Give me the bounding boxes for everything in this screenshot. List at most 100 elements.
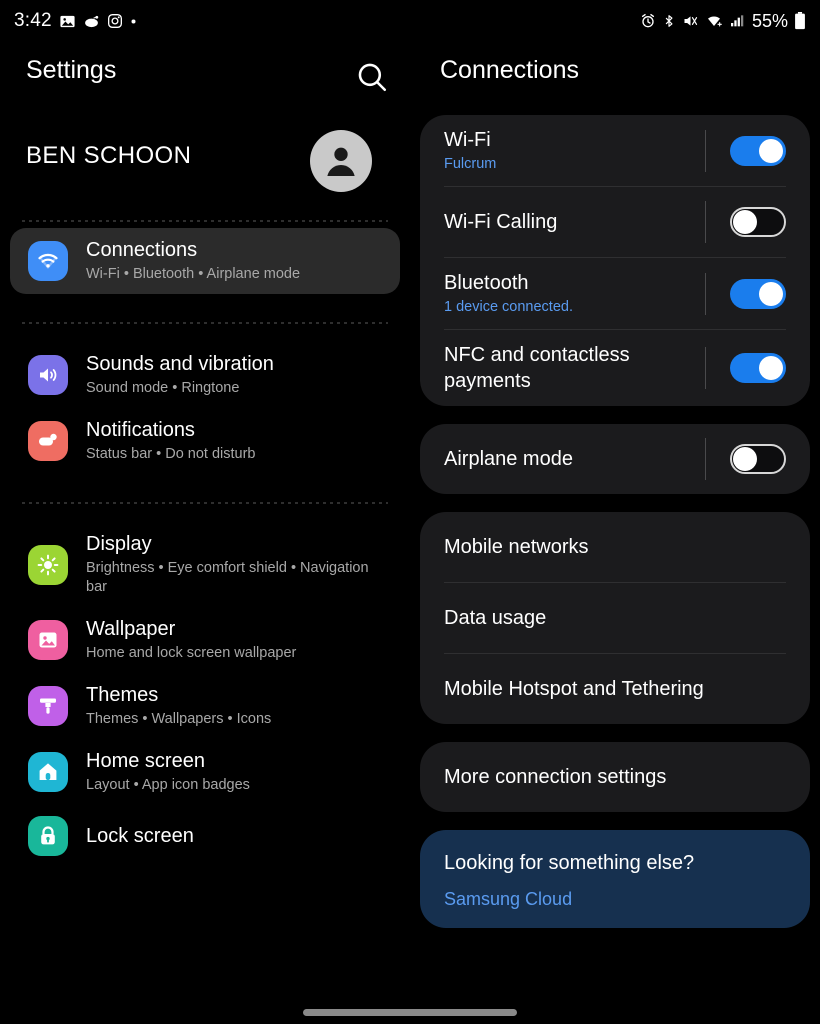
divider-vertical (705, 201, 706, 243)
instagram-icon (107, 13, 123, 29)
alarm-icon (640, 13, 656, 29)
card-airplane-mode: Airplane mode (420, 424, 810, 494)
search-icon[interactable] (355, 60, 389, 94)
row-label: More connection settings (444, 766, 667, 788)
sidebar-item-wallpaper[interactable]: Wallpaper Home and lock screen wallpaper (10, 607, 400, 673)
toggle-knob (759, 281, 783, 306)
toggle-knob (759, 138, 783, 163)
toggle-knob (759, 356, 783, 380)
status-bar-right: 55% (640, 11, 806, 32)
card-wireless-toggles: Wi-Fi Fulcrum Wi-Fi Calling Bluetooth 1 … (420, 115, 810, 406)
sidebar-item-label: Sounds and vibration (86, 353, 274, 375)
sidebar-item-sub: Home and lock screen wallpaper (86, 645, 297, 661)
connections-panel[interactable]: Wi-Fi Fulcrum Wi-Fi Calling Bluetooth 1 … (410, 110, 820, 1024)
page-title-connections: Connections (440, 56, 579, 84)
home-icon (28, 752, 68, 792)
sidebar-item-text: Display Brightness • Eye comfort shield … (86, 532, 382, 597)
card-looking-for-something-else: Looking for something else? Samsung Clou… (420, 830, 810, 928)
profile-section[interactable]: BEN SCHOON (0, 110, 410, 210)
image-icon (59, 13, 76, 30)
row-more-connection-settings[interactable]: More connection settings (420, 742, 810, 812)
sidebar-item-connections[interactable]: Connections Wi-Fi • Bluetooth • Airplane… (10, 228, 400, 294)
toggle-wrap (705, 272, 786, 315)
battery-percent: 55% (751, 10, 788, 31)
volume-icon (28, 355, 68, 395)
wifi-icon (705, 13, 723, 29)
sidebar-item-display[interactable]: Display Brightness • Eye comfort shield … (10, 522, 400, 607)
sidebar-item-notifications[interactable]: Notifications Status bar • Do not distur… (10, 408, 400, 474)
page-title-settings: Settings (26, 56, 117, 84)
sidebar-item-sub: Layout • App icon badges (86, 777, 250, 793)
toggle-airplane-mode[interactable] (730, 444, 786, 474)
row-airplane-mode[interactable]: Airplane mode (420, 424, 810, 494)
toggle-wrap (705, 438, 786, 480)
row-wifi[interactable]: Wi-Fi Fulcrum (420, 115, 810, 186)
divider-vertical (705, 129, 706, 172)
picture-icon (28, 620, 68, 660)
sidebar-item-lock-screen[interactable]: Lock screen (10, 805, 400, 867)
sidebar-item-themes[interactable]: Themes Themes • Wallpapers • Icons (10, 673, 400, 739)
phone-screen: 3:42 55% Settings Connections BEN SCHOON… (0, 0, 820, 1024)
sidebar-item-label: Wallpaper (86, 618, 176, 640)
toggle-nfc[interactable] (730, 353, 786, 383)
row-mobile-hotspot-tethering[interactable]: Mobile Hotspot and Tethering (420, 654, 810, 724)
sidebar-item-text: Sounds and vibration Sound mode • Ringto… (86, 352, 274, 398)
reddit-icon (83, 13, 100, 30)
row-text: Wi-Fi Calling (444, 197, 705, 247)
home-indicator[interactable] (303, 1009, 517, 1016)
sidebar-item-text: Themes Themes • Wallpapers • Icons (86, 683, 271, 729)
link-secure-wifi[interactable]: Secure Wi-Fi (420, 910, 810, 928)
row-nfc[interactable]: NFC and contactless payments (420, 330, 810, 406)
sidebar-item-label: Connections (86, 239, 198, 261)
dot-icon (130, 18, 137, 25)
sidebar-item-label: Themes (86, 684, 159, 706)
sidebar-item-home-screen[interactable]: Home screen Layout • App icon badges (10, 739, 400, 805)
sidebar-item-label: Home screen (86, 750, 205, 772)
sidebar-item-label: Display (86, 533, 152, 555)
row-label: Data usage (444, 607, 547, 629)
bluetooth-icon (662, 13, 676, 29)
row-data-usage[interactable]: Data usage (420, 583, 810, 653)
profile-name: BEN SCHOON (26, 142, 192, 169)
sidebar-item-text: Home screen Layout • App icon badges (86, 749, 250, 795)
divider-vertical (705, 272, 706, 315)
sidebar-item-sub: Wi-Fi • Bluetooth • Airplane mode (86, 266, 301, 282)
row-sublabel: 1 device connected. (444, 299, 573, 315)
sidebar-nav-list: Connections Wi-Fi • Bluetooth • Airplane… (0, 222, 410, 867)
brightness-icon (28, 544, 68, 585)
row-text: Bluetooth 1 device connected. (444, 258, 705, 329)
sidebar-item-label: Notifications (86, 419, 195, 441)
row-wifi-calling[interactable]: Wi-Fi Calling (420, 187, 810, 257)
wifi-icon (28, 241, 68, 281)
sidebar-item-sounds-and-vibration[interactable]: Sounds and vibration Sound mode • Ringto… (10, 342, 400, 408)
row-bluetooth[interactable]: Bluetooth 1 device connected. (420, 258, 810, 329)
toggle-knob (733, 210, 757, 234)
sidebar-item-text: Connections Wi-Fi • Bluetooth • Airplane… (86, 238, 300, 284)
row-sublabel: Fulcrum (444, 156, 497, 172)
brush-icon (28, 686, 68, 726)
row-text: Airplane mode (444, 434, 705, 484)
notification-icon (28, 421, 68, 461)
toggle-wrap (705, 347, 786, 389)
sidebar-item-sub: Sound mode • Ringtone (86, 380, 240, 396)
sidebar-item-text: Lock screen (86, 824, 194, 849)
status-bar-left: 3:42 (14, 10, 137, 32)
status-time: 3:42 (14, 10, 52, 31)
divider-vertical (705, 438, 706, 480)
row-mobile-networks[interactable]: Mobile networks (420, 512, 810, 582)
toggle-wifi-calling[interactable] (730, 207, 786, 237)
toggle-wifi[interactable] (730, 135, 786, 166)
avatar[interactable] (310, 130, 372, 192)
row-label: Airplane mode (444, 448, 573, 470)
mute-vibrate-icon (682, 13, 699, 29)
battery-icon (794, 12, 806, 30)
toggle-wrap (705, 129, 786, 172)
toggle-bluetooth[interactable] (730, 278, 786, 309)
looking-title: Looking for something else? (444, 852, 695, 874)
divider-vertical (705, 347, 706, 389)
card-mobile-group: Mobile networks Data usage Mobile Hotspo… (420, 512, 810, 724)
link-samsung-cloud[interactable]: Samsung Cloud (420, 875, 810, 910)
settings-sidebar[interactable]: BEN SCHOON Connections Wi-Fi • Bluetooth… (0, 110, 410, 1024)
